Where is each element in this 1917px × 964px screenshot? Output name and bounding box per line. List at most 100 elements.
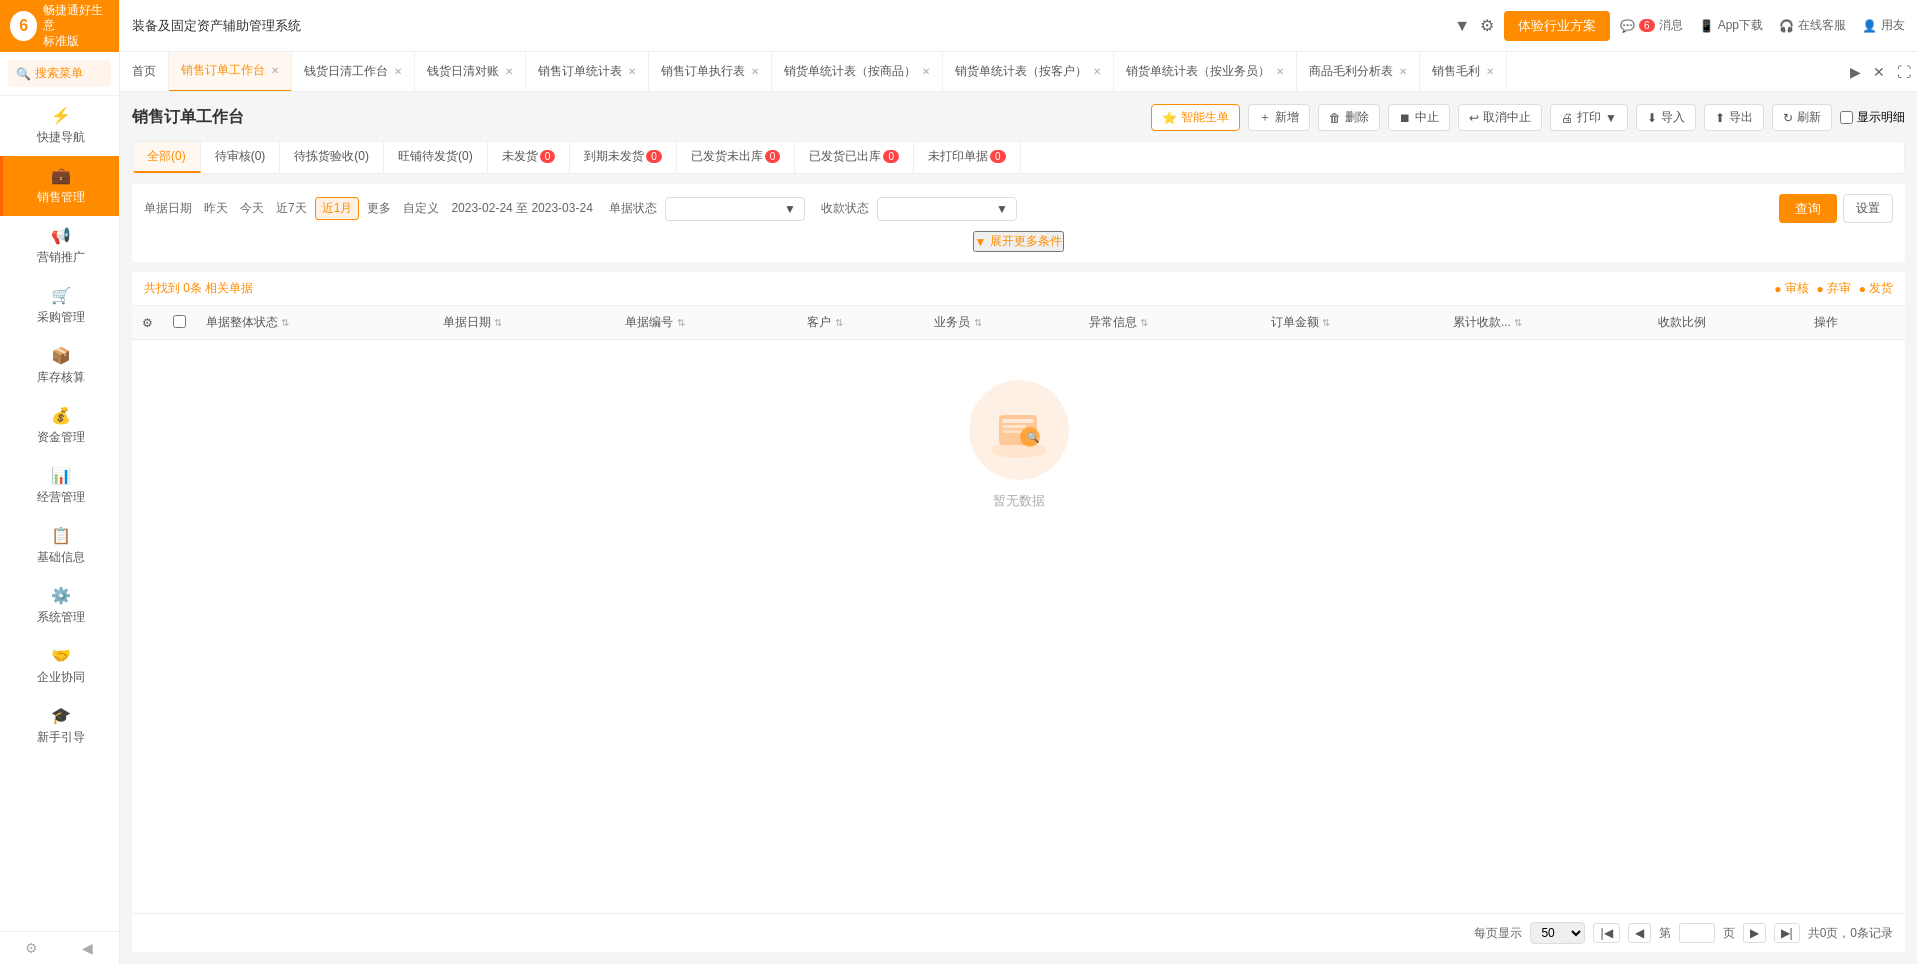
add-button[interactable]: ＋ 新增 [1248,104,1310,131]
tab-close-all-button[interactable]: ✕ [1867,52,1891,92]
sort-staff-icon[interactable]: ⇅ [974,317,982,328]
expand-button[interactable]: ▼ 展开更多条件 [973,231,1065,252]
filter-tab-not-shipped[interactable]: 未发货0 [488,142,571,173]
app-download-button[interactable]: 📱 App下载 [1699,17,1763,34]
sort-collected-icon[interactable]: ⇅ [1514,317,1522,328]
sort-date-icon[interactable]: ⇅ [494,317,502,328]
sidebar-item-enterprise[interactable]: 🤝 企业协同 [0,636,119,696]
sidebar-item-business[interactable]: 📊 经营管理 [0,456,119,516]
th-amount: 订单金额 ⇅ [1261,306,1443,340]
filter-tab-all[interactable]: 全部(0) [133,142,201,173]
sidebar-item-marketing[interactable]: 📢 营销推广 [0,216,119,276]
online-service-button[interactable]: 🎧 在线客服 [1779,17,1846,34]
notification-button[interactable]: 💬 6 消息 [1620,17,1683,34]
tab-sales-exec[interactable]: 销售订单执行表 ✕ [649,52,772,92]
header-gear-icon[interactable]: ⚙ [1480,16,1494,35]
shortcut-yesterday[interactable]: 昨天 [200,198,232,219]
tab-home[interactable]: 首页 [120,52,169,92]
review-action-button[interactable]: ● 审核 [1774,280,1808,297]
sidebar-item-quick-nav[interactable]: ⚡ 快捷导航 [0,96,119,156]
th-status: 单据整体状态 ⇅ [196,306,433,340]
next-page-button[interactable]: ▶ [1743,923,1766,943]
tab-sales-single-by-staff[interactable]: 销货单统计表（按业务员） ✕ [1114,52,1297,92]
show-detail-checkbox[interactable] [1840,111,1853,124]
tab-close-cash-reconcile[interactable]: ✕ [505,66,513,77]
status-select[interactable]: ▼ [665,197,805,221]
unreviewed-action-button[interactable]: ● 弃审 [1817,280,1851,297]
tab-close-by-product[interactable]: ✕ [922,66,930,77]
tab-close-sales-stats[interactable]: ✕ [628,66,636,77]
tab-sales-profit[interactable]: 销售毛利 ✕ [1420,52,1507,92]
tab-close-sales-exec[interactable]: ✕ [751,66,759,77]
export-button[interactable]: ⬆ 导出 [1704,104,1764,131]
shortcut-1month[interactable]: 近1月 [315,197,360,220]
date-range-display: 2023-02-24 至 2023-03-24 [451,200,592,217]
tab-sales-workbench[interactable]: 销售订单工作台 ✕ [169,52,292,92]
delete-button[interactable]: 🗑 删除 [1318,104,1380,131]
tab-fullscreen-button[interactable]: ⛶ [1891,52,1917,92]
stop-button[interactable]: ⏹ 中止 [1388,104,1450,131]
tab-product-profit[interactable]: 商品毛利分析表 ✕ [1297,52,1420,92]
sidebar-item-guide[interactable]: 🎓 新手引导 [0,696,119,756]
filter-tab-pending-review[interactable]: 待审核(0) [201,142,281,173]
filter-tab-shipped-out[interactable]: 已发货已出库0 [795,142,914,173]
tab-close-sales-workbench[interactable]: ✕ [271,65,279,76]
header-settings-icon[interactable]: ▼ [1454,17,1470,35]
print-dropdown-icon: ▼ [1605,111,1617,125]
filter-tab-wangpu[interactable]: 旺铺待发货(0) [384,142,488,173]
tab-close-sales-profit[interactable]: ✕ [1486,66,1494,77]
tab-close-product-profit[interactable]: ✕ [1399,66,1407,77]
sort-customer-icon[interactable]: ⇅ [835,317,843,328]
sidebar-settings-button[interactable]: ⚙ [8,940,56,956]
shortcut-7days[interactable]: 近7天 [272,198,311,219]
tab-sales-single-by-customer[interactable]: 销货单统计表（按客户） ✕ [943,52,1114,92]
shortcut-today[interactable]: 今天 [236,198,268,219]
sidebar-item-system[interactable]: ⚙️ 系统管理 [0,576,119,636]
sort-amount-icon[interactable]: ⇅ [1322,317,1330,328]
solution-button[interactable]: 体验行业方案 [1504,11,1610,41]
tab-more-button[interactable]: ▶ [1844,52,1867,92]
page-size-select[interactable]: 50 100 200 [1530,922,1585,944]
search-right: 查询 设置 [1779,194,1893,223]
search-menu-button[interactable]: 🔍 搜索菜单 [8,60,111,87]
sort-number-icon[interactable]: ⇅ [677,317,685,328]
sort-abnormal-icon[interactable]: ⇅ [1140,317,1148,328]
prev-page-button[interactable]: ◀ [1628,923,1651,943]
sidebar-item-finance[interactable]: 💰 资金管理 [0,396,119,456]
sidebar-item-purchase[interactable]: 🛒 采购管理 [0,276,119,336]
page-input[interactable]: 1 [1679,923,1715,943]
setting-button[interactable]: 设置 [1843,194,1893,223]
cancel-stop-button[interactable]: ↩ 取消中止 [1458,104,1542,131]
sidebar-item-basic[interactable]: 📋 基础信息 [0,516,119,576]
filter-tab-overdue[interactable]: 到期未发货0 [570,142,677,173]
tab-close-by-staff[interactable]: ✕ [1276,66,1284,77]
first-page-button[interactable]: |◀ [1593,923,1619,943]
tab-close-cash-daily[interactable]: ✕ [394,66,402,77]
last-page-button[interactable]: ▶| [1774,923,1800,943]
sidebar-collapse-button[interactable]: ◀ [64,940,112,956]
ship-action-button[interactable]: ● 发货 [1859,280,1893,297]
user-button[interactable]: 👤 用友 [1862,17,1905,34]
query-button[interactable]: 查询 [1779,194,1837,223]
sidebar-item-sales[interactable]: 💼 销售管理 [0,156,119,216]
sidebar-item-inventory[interactable]: 📦 库存核算 [0,336,119,396]
import-button[interactable]: ⬇ 导入 [1636,104,1696,131]
tab-sales-stats[interactable]: 销售订单统计表 ✕ [526,52,649,92]
tab-close-by-customer[interactable]: ✕ [1093,66,1101,77]
print-button[interactable]: 🖨 打印 ▼ [1550,104,1628,131]
shortcut-custom[interactable]: 自定义 [399,198,443,219]
smart-order-button[interactable]: ⭐ 智能生单 [1151,104,1240,131]
filter-tab-pending-inspect[interactable]: 待拣货验收(0) [280,142,384,173]
tab-sales-single-by-product[interactable]: 销货单统计表（按商品） ✕ [772,52,943,92]
filter-tab-not-printed[interactable]: 未打印单据0 [914,142,1021,173]
column-settings-icon[interactable]: ⚙ [142,316,153,330]
filter-tab-shipped-not-out[interactable]: 已发货未出库0 [677,142,796,173]
refresh-button[interactable]: ↻ 刷新 [1772,104,1832,131]
show-detail-label[interactable]: 显示明细 [1840,109,1905,126]
select-all-checkbox[interactable] [173,315,186,328]
tab-cash-reconcile[interactable]: 钱货日清对账 ✕ [415,52,526,92]
shortcut-more[interactable]: 更多 [363,198,395,219]
sort-status-icon[interactable]: ⇅ [281,317,289,328]
tab-cash-daily[interactable]: 钱货日清工作台 ✕ [292,52,415,92]
payment-select[interactable]: ▼ [877,197,1017,221]
